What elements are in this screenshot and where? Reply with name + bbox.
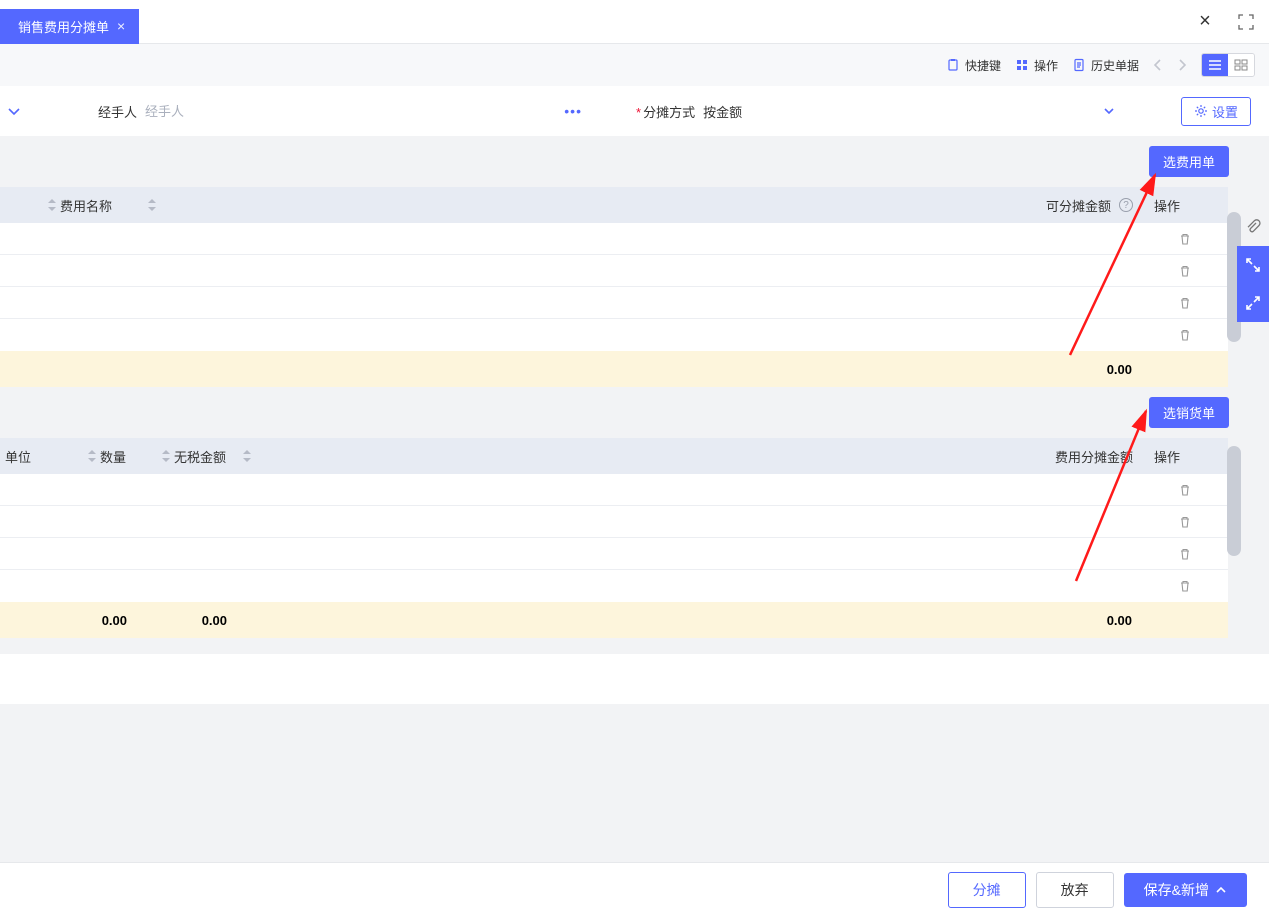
column-expense-name[interactable]: 费用名称 — [40, 187, 140, 223]
column-header[interactable] — [0, 187, 40, 223]
history-link[interactable]: 历史单据 — [1072, 57, 1139, 74]
tab-sales-expense-allocation[interactable]: 销售费用分摊单 × — [0, 9, 139, 44]
fullscreen-icon[interactable] — [1237, 13, 1255, 31]
tab-title: 销售费用分摊单 — [18, 17, 109, 36]
handler-input[interactable] — [145, 100, 550, 123]
column-ops: 操作 — [1142, 438, 1228, 474]
table-row[interactable] — [0, 474, 1228, 506]
select-sales-button[interactable]: 选销货单 — [1149, 397, 1229, 428]
method-input[interactable] — [703, 100, 1116, 123]
expand-icon[interactable] — [1237, 246, 1269, 284]
delete-row-icon[interactable] — [1142, 570, 1228, 602]
shortcut-link[interactable]: 快捷键 — [946, 57, 1001, 74]
column-alloc-amount[interactable]: 费用分摊金额 — [261, 438, 1142, 474]
delete-row-icon[interactable] — [1142, 255, 1228, 286]
table-row[interactable] — [0, 223, 1228, 255]
column-qty[interactable]: 数量 — [40, 438, 135, 474]
distribute-button[interactable]: 分摊 — [948, 872, 1026, 908]
help-icon[interactable]: ? — [1119, 198, 1133, 212]
delete-row-icon[interactable] — [1142, 287, 1228, 318]
total-alloc: 0.00 — [235, 613, 1142, 628]
delete-row-icon[interactable] — [1142, 319, 1228, 351]
column-notax[interactable]: 无税金额 — [135, 438, 235, 474]
table-row[interactable] — [0, 570, 1228, 602]
column-unit[interactable]: 单位 — [0, 438, 40, 474]
prev-record-icon[interactable] — [1153, 58, 1163, 72]
column-ops: 操作 — [1142, 187, 1228, 223]
column-allocatable-amount[interactable]: 可分摊金额? — [157, 187, 1142, 223]
view-list-icon[interactable] — [1202, 54, 1228, 76]
total-qty: 0.00 — [40, 613, 135, 628]
operate-link[interactable]: 操作 — [1015, 57, 1058, 74]
chevron-down-icon[interactable] — [6, 103, 22, 119]
table-row[interactable] — [0, 506, 1228, 538]
scrollbar[interactable] — [1227, 446, 1241, 556]
close-panel-icon[interactable]: × — [1191, 8, 1219, 36]
table-row[interactable] — [0, 319, 1228, 351]
delete-row-icon[interactable] — [1142, 474, 1228, 505]
close-tab-icon[interactable]: × — [117, 18, 125, 34]
handler-label: 经手人 — [98, 102, 137, 121]
delete-row-icon[interactable] — [1142, 538, 1228, 569]
handler-picker-icon[interactable]: ••• — [558, 103, 588, 119]
total-notax: 0.00 — [135, 613, 235, 628]
delete-row-icon[interactable] — [1142, 223, 1228, 254]
table-row[interactable] — [0, 538, 1228, 570]
expand-alt-icon[interactable] — [1237, 284, 1269, 322]
next-record-icon[interactable] — [1177, 58, 1187, 72]
column-header-blank[interactable] — [235, 438, 261, 474]
chevron-up-icon — [1215, 884, 1227, 896]
save-and-new-button[interactable]: 保存&新增 — [1124, 873, 1247, 907]
chevron-down-icon[interactable] — [1102, 104, 1116, 118]
clipboard-icon — [946, 58, 960, 72]
document-icon — [1072, 58, 1086, 72]
table-row[interactable] — [0, 255, 1228, 287]
table-row[interactable] — [0, 287, 1228, 319]
attachment-icon[interactable] — [1237, 208, 1269, 246]
select-expense-button[interactable]: 选费用单 — [1149, 146, 1229, 177]
grid-icon — [1015, 58, 1029, 72]
column-header-blank[interactable] — [140, 187, 157, 223]
gear-icon — [1194, 104, 1208, 118]
total-allocatable-amount: 0.00 — [140, 362, 1142, 377]
method-label: *分摊方式 — [636, 102, 695, 121]
delete-row-icon[interactable] — [1142, 506, 1228, 537]
abandon-button[interactable]: 放弃 — [1036, 872, 1114, 908]
